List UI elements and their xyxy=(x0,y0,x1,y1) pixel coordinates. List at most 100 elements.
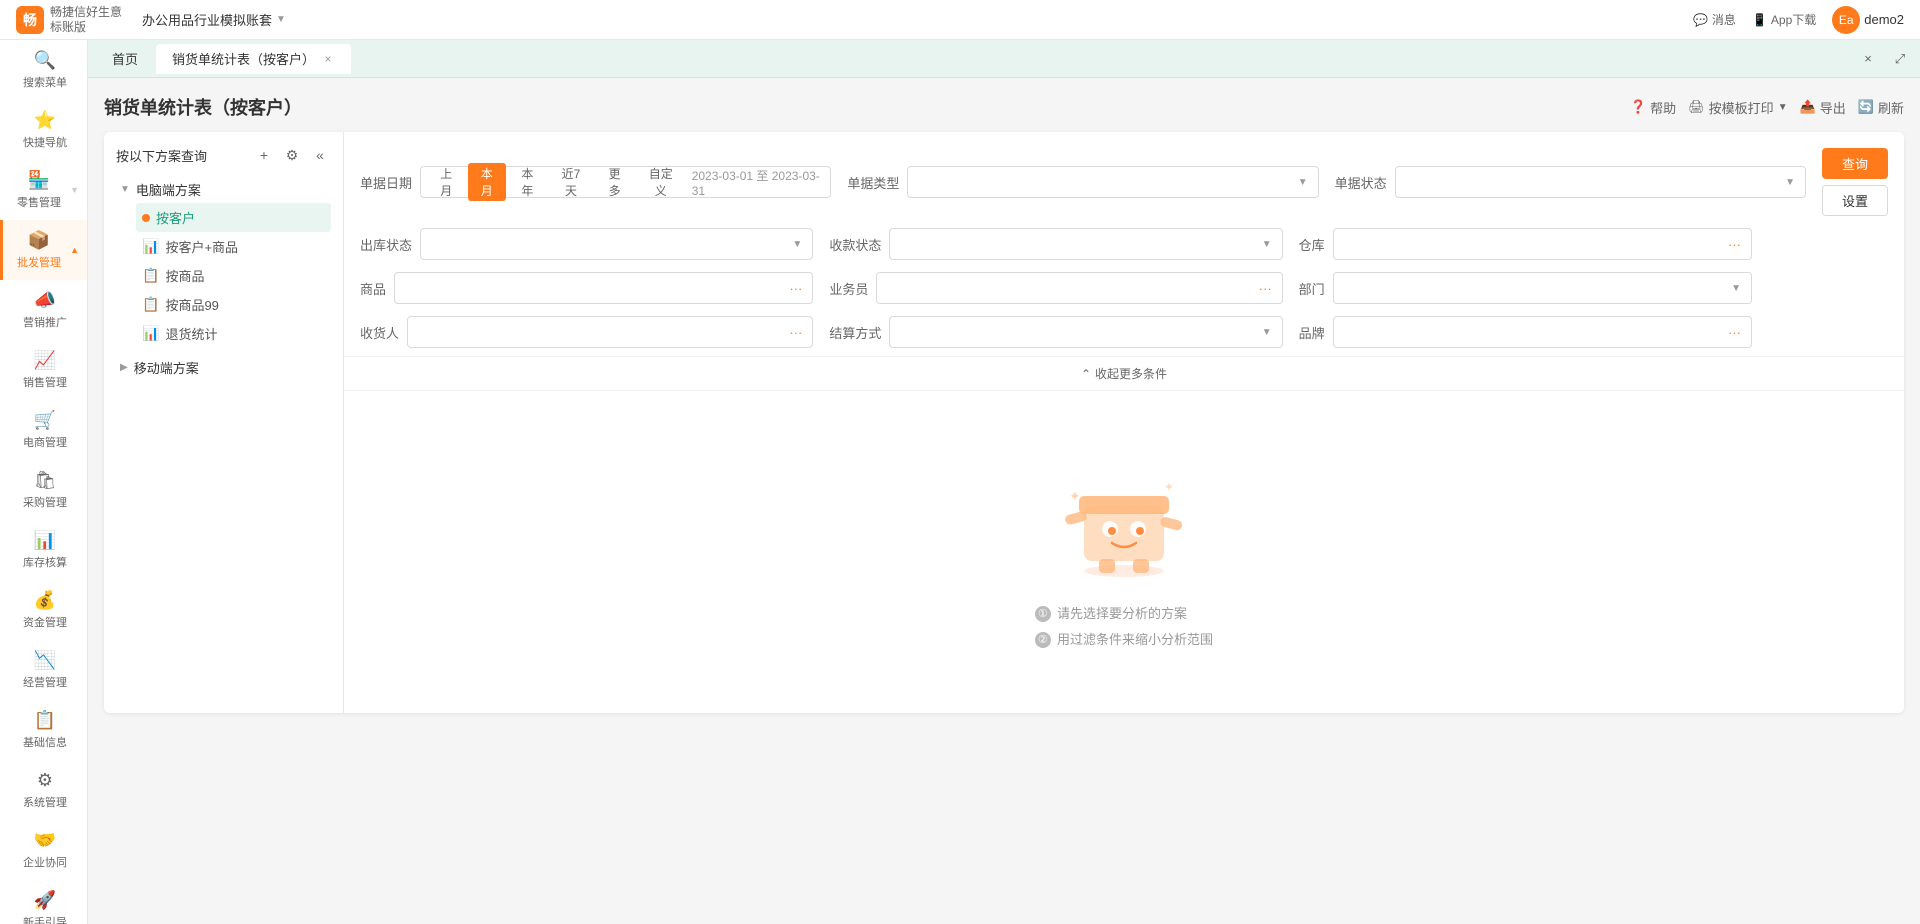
page-actions: ❓ 帮助 🖨 按模板打印 ▼ 📤 导出 🔄 刷新 xyxy=(1630,98,1904,117)
breadcrumb[interactable]: 办公用品行业模拟账套 ▼ xyxy=(142,10,286,29)
help-button[interactable]: ❓ 帮助 xyxy=(1630,98,1676,117)
payment-status-select[interactable]: ▼ xyxy=(889,228,1282,260)
logo-icon: 畅 xyxy=(16,6,44,34)
message-icon: 💬 xyxy=(1693,13,1708,27)
scheme-collapse-button[interactable]: « xyxy=(309,144,331,166)
tab-sales-stats[interactable]: 销货单统计表（按客户） × xyxy=(156,44,351,74)
settings-button[interactable]: 设置 xyxy=(1822,185,1888,216)
payment-method-label: 结算方式 xyxy=(829,323,881,342)
date-7days-button[interactable]: 近7天 xyxy=(549,162,594,202)
sidebar-item-operations-mgmt[interactable]: 📉 经营管理 xyxy=(0,640,87,700)
date-this-year-button[interactable]: 本年 xyxy=(508,162,547,202)
warehouse-filter: 仓库 ··· xyxy=(1299,228,1752,260)
product-input[interactable]: ··· xyxy=(394,272,813,304)
date-custom-button[interactable]: 自定义 xyxy=(636,162,686,202)
sidebar-item-marketing[interactable]: 📣 营销推广 xyxy=(0,280,87,340)
card-inner: 按以下方案查询 + ⚙ « ▼ 电脑端方案 xyxy=(104,132,1904,713)
logo-area: 畅 畅捷信好生意 标账版 xyxy=(16,5,122,34)
scheme-return-stats[interactable]: 📊 退货统计 xyxy=(136,319,331,348)
sidebar-item-inventory[interactable]: 📊 库存核算 xyxy=(0,520,87,580)
order-status-select[interactable]: ▼ xyxy=(1395,166,1806,198)
order-status-arrow-icon: ▼ xyxy=(1785,177,1795,188)
recipient-filter: 收货人 ··· xyxy=(360,316,813,348)
brand-input[interactable]: ··· xyxy=(1333,316,1752,348)
department-filter: 部门 ▼ xyxy=(1299,272,1752,304)
pc-schemes-arrow-icon: ▼ xyxy=(120,184,130,195)
header-right: 💬 消息 📱 App下载 Ea demo2 xyxy=(1693,6,1904,34)
app-download-button[interactable]: 📱 App下载 xyxy=(1752,11,1816,28)
scheme-return-icon: 📊 xyxy=(142,325,159,342)
order-type-select[interactable]: ▼ xyxy=(907,166,1318,198)
page-header: 销货单统计表（按客户） ❓ 帮助 🖨 按模板打印 ▼ 📤 导出 xyxy=(104,94,1904,120)
sidebar-item-new-guide[interactable]: 🚀 新手引导 xyxy=(0,880,87,924)
active-tab-label: 销货单统计表（按客户） xyxy=(172,49,315,68)
recipient-more-icon: ··· xyxy=(789,325,802,340)
refresh-button[interactable]: 🔄 刷新 xyxy=(1858,98,1904,117)
payment-method-select[interactable]: ▼ xyxy=(889,316,1282,348)
empty-illustration: ✦ ✦ xyxy=(1054,451,1194,581)
sidebar-item-purchase-mgmt[interactable]: 🛍 采购管理 xyxy=(0,460,87,520)
query-button[interactable]: 查询 xyxy=(1822,148,1888,179)
scheme-by-product-99[interactable]: 📋 按商品99 xyxy=(136,290,331,319)
sidebar-item-basic-info[interactable]: 📋 基础信息 xyxy=(0,700,87,760)
quick-nav-icon: ⭐ xyxy=(34,110,56,131)
sidebar-item-quick-nav[interactable]: ⭐ 快捷导航 xyxy=(0,100,87,160)
tab-close-button[interactable]: × xyxy=(321,52,335,66)
collapse-label: 收起更多条件 xyxy=(1095,365,1167,382)
scheme-by-product[interactable]: 📋 按商品 xyxy=(136,261,331,290)
help-icon: ❓ xyxy=(1630,99,1646,115)
date-filter-input[interactable]: 上月 本月 本年 近7天 更多 自定义 2023-03-01 至 2023-03… xyxy=(420,166,831,198)
inventory-icon: 📊 xyxy=(34,530,56,551)
date-range-text: 2023-03-01 至 2023-03-31 xyxy=(692,167,825,198)
sidebar-item-retail-mgmt[interactable]: 🏪 零售管理 ▼ xyxy=(0,160,87,220)
mobile-schemes-header[interactable]: ▶ 移动端方案 xyxy=(116,354,331,381)
date-more-button[interactable]: 更多 xyxy=(595,162,634,202)
date-filter-group: 单据日期 上月 本月 本年 近7天 更多 自定义 2023-03-01 至 20… xyxy=(360,166,831,198)
department-select[interactable]: ▼ xyxy=(1333,272,1752,304)
date-this-month-button[interactable]: 本月 xyxy=(468,163,507,201)
sidebar-item-system-mgmt[interactable]: ⚙ 系统管理 xyxy=(0,760,87,820)
payment-method-filter: 结算方式 ▼ xyxy=(829,316,1282,348)
salesperson-input[interactable]: ··· xyxy=(876,272,1282,304)
recipient-input[interactable]: ··· xyxy=(407,316,813,348)
order-type-label: 单据类型 xyxy=(847,173,899,192)
message-button[interactable]: 💬 消息 xyxy=(1693,11,1736,28)
sidebar-item-wholesale-mgmt[interactable]: 📦 批发管理 ▲ xyxy=(0,220,87,280)
scheme-add-button[interactable]: + xyxy=(253,144,275,166)
out-status-select[interactable]: ▼ xyxy=(420,228,813,260)
out-status-filter: 出库状态 ▼ xyxy=(360,228,813,260)
window-maximize-button[interactable]: ⤢ xyxy=(1888,47,1912,71)
print-button[interactable]: 🖨 按模板打印 ▼ xyxy=(1688,98,1787,117)
sidebar-item-enterprise-cooperation[interactable]: 🤝 企业协同 xyxy=(0,820,87,880)
scheme-settings-button[interactable]: ⚙ xyxy=(281,144,303,166)
window-close-button[interactable]: × xyxy=(1856,47,1880,71)
scheme-panel: 按以下方案查询 + ⚙ « ▼ 电脑端方案 xyxy=(104,132,344,713)
sidebar-item-finance-mgmt[interactable]: 💰 资金管理 xyxy=(0,580,87,640)
tab-home[interactable]: 首页 xyxy=(96,44,154,74)
date-last-month-button[interactable]: 上月 xyxy=(427,162,466,202)
purchase-mgmt-icon: 🛍 xyxy=(34,470,57,491)
content-area: 首页 销货单统计表（按客户） × × ⤢ 销货单统计表（按客户） ❓ 帮助 xyxy=(88,40,1920,924)
warehouse-label: 仓库 xyxy=(1299,235,1325,254)
mobile-schemes-label: 移动端方案 xyxy=(134,358,199,377)
user-profile[interactable]: Ea demo2 xyxy=(1832,6,1904,34)
home-tab-label: 首页 xyxy=(112,49,138,68)
refresh-icon: 🔄 xyxy=(1858,99,1874,115)
scheme-customer-product-icon: 📊 xyxy=(142,238,159,255)
payment-status-arrow-icon: ▼ xyxy=(1262,239,1272,250)
export-icon: 📤 xyxy=(1800,99,1816,115)
brand-label: 品牌 xyxy=(1299,323,1325,342)
sidebar-item-ecommerce-mgmt[interactable]: 🛒 电商管理 xyxy=(0,400,87,460)
pc-schemes-header[interactable]: ▼ 电脑端方案 xyxy=(116,176,331,203)
warehouse-more-icon: ··· xyxy=(1728,237,1741,252)
filter-area: 单据日期 上月 本月 本年 近7天 更多 自定义 2023-03-01 至 20… xyxy=(344,132,1904,348)
scheme-by-customer-product[interactable]: 📊 按客户+商品 xyxy=(136,232,331,261)
active-dot-icon xyxy=(142,214,150,222)
export-button[interactable]: 📤 导出 xyxy=(1800,98,1846,117)
sidebar-item-sales-mgmt[interactable]: 📈 销售管理 xyxy=(0,340,87,400)
scheme-by-customer[interactable]: 按客户 xyxy=(136,203,331,232)
collapse-bar[interactable]: ⌃ 收起更多条件 xyxy=(344,356,1904,390)
right-panel: 单据日期 上月 本月 本年 近7天 更多 自定义 2023-03-01 至 20… xyxy=(344,132,1904,713)
sidebar-item-search-menu[interactable]: 🔍 搜索菜单 xyxy=(0,40,87,100)
warehouse-input[interactable]: ··· xyxy=(1333,228,1752,260)
